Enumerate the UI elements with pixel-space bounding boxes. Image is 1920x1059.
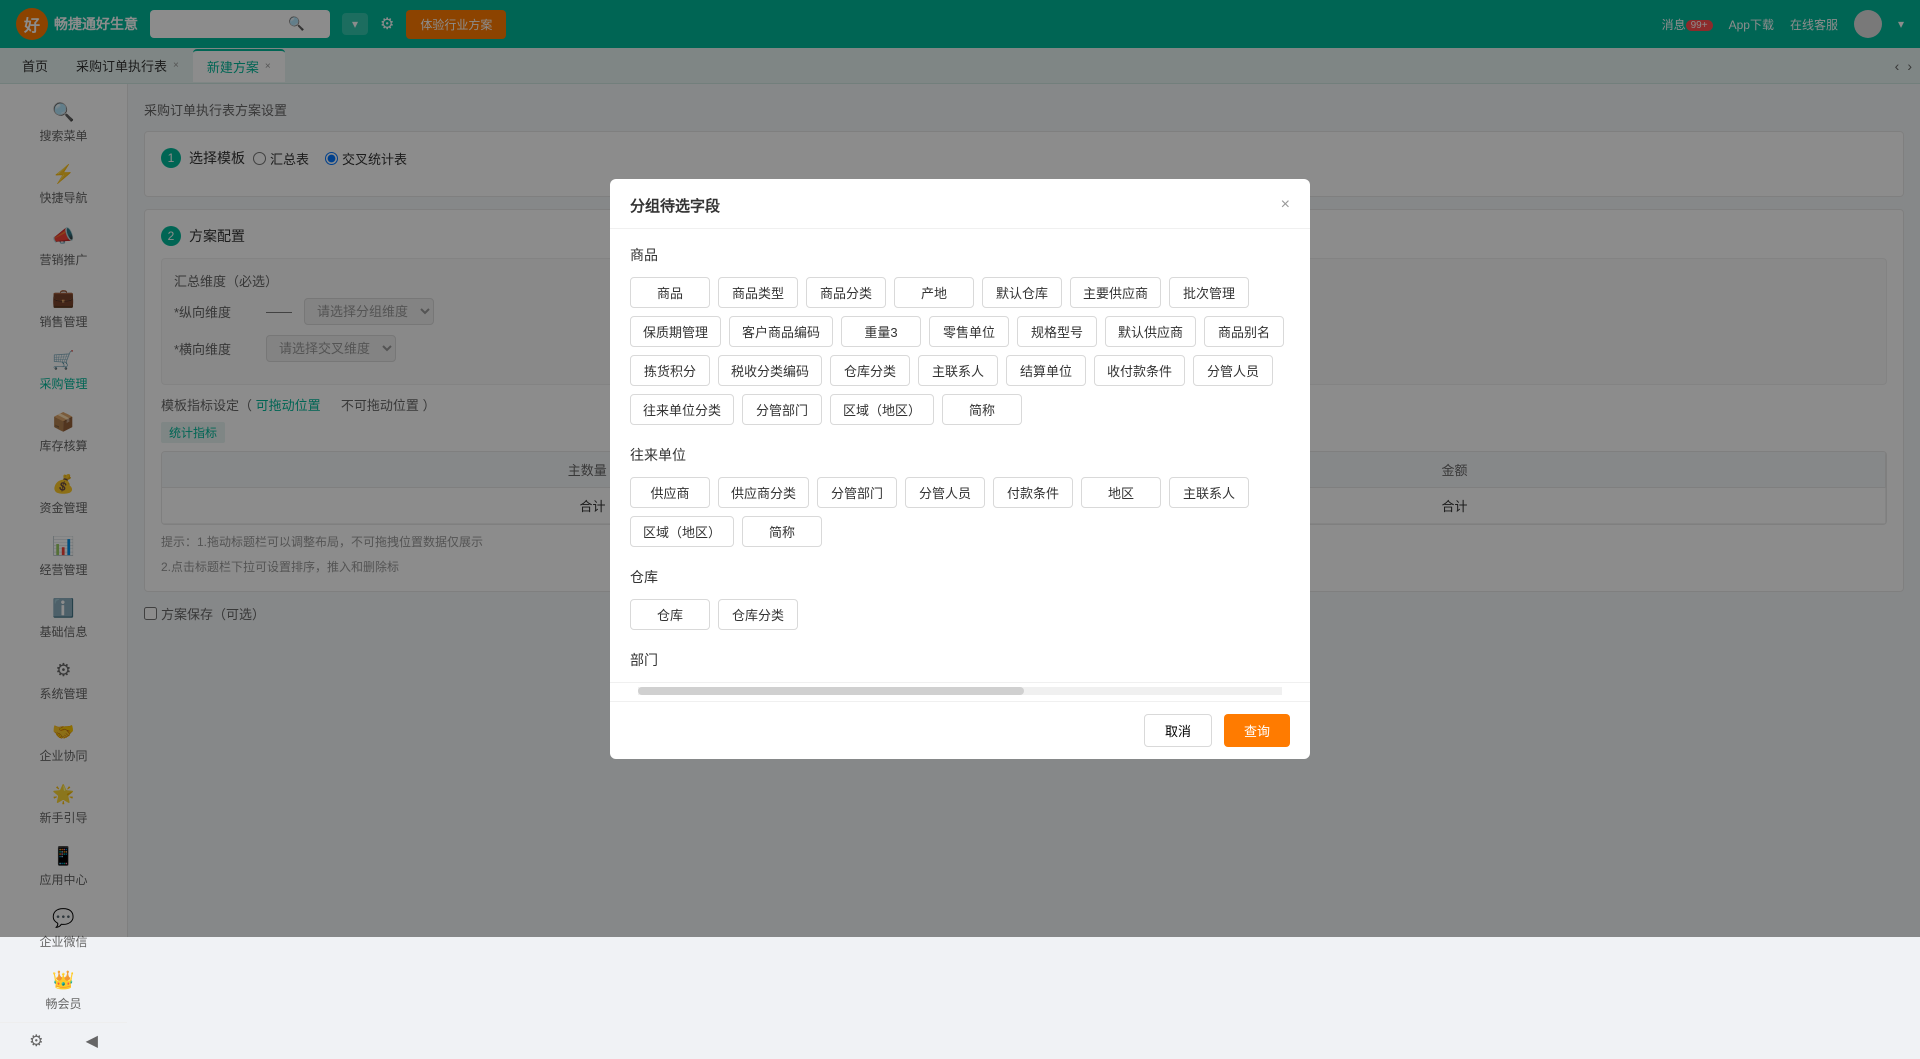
tag-tax-code[interactable]: 税收分类编码 [718, 355, 822, 386]
sidebar-item-member[interactable]: 👑 畅会员 [0, 960, 127, 1022]
modal-title: 分组待选字段 [630, 195, 720, 216]
modal-overlay: 分组待选字段 × 商品 商品 商品类型 商品分类 产地 默认仓库 主要供应商 批… [0, 0, 1920, 937]
modal-footer: 取消 查询 [610, 701, 1310, 759]
modal-hscrollbar-thumb [638, 687, 1024, 695]
modal-close-button[interactable]: × [1281, 196, 1290, 214]
tag-payment-cond[interactable]: 付款条件 [993, 477, 1073, 508]
partner-tags: 供应商 供应商分类 分管部门 分管人员 付款条件 地区 主联系人 区域（地区） … [630, 477, 1290, 547]
category-partner-title: 往来单位 [630, 445, 1290, 465]
tag-default-warehouse[interactable]: 默认仓库 [982, 277, 1062, 308]
tag-spec-model[interactable]: 规格型号 [1017, 316, 1097, 347]
tag-supplier-cat[interactable]: 供应商分类 [718, 477, 809, 508]
tag-warehouse-cat[interactable]: 仓库分类 [830, 355, 910, 386]
tag-manager[interactable]: 分管人员 [1193, 355, 1273, 386]
sidebar-bottom: ⚙ ◀ [0, 1022, 127, 1059]
tag-goods-type[interactable]: 商品类型 [718, 277, 798, 308]
tag-origin[interactable]: 产地 [894, 277, 974, 308]
tag-retail-unit[interactable]: 零售单位 [929, 316, 1009, 347]
tag-partner-abbr[interactable]: 简称 [742, 516, 822, 547]
modal-cancel-button[interactable]: 取消 [1144, 714, 1212, 747]
tag-partner-dept[interactable]: 分管部门 [817, 477, 897, 508]
category-partner: 往来单位 供应商 供应商分类 分管部门 分管人员 付款条件 地区 主联系人 区域… [630, 445, 1290, 547]
sidebar-collapse-btn[interactable]: ◀ [86, 1031, 98, 1051]
tag-warehouse[interactable]: 仓库 [630, 599, 710, 630]
sidebar-settings-btn[interactable]: ⚙ [29, 1031, 43, 1051]
goods-tags: 商品 商品类型 商品分类 产地 默认仓库 主要供应商 批次管理 保质期管理 客户… [630, 277, 1290, 425]
tag-pick-points[interactable]: 拣货积分 [630, 355, 710, 386]
tag-partner-region[interactable]: 区域（地区） [630, 516, 734, 547]
modal-dialog: 分组待选字段 × 商品 商品 商品类型 商品分类 产地 默认仓库 主要供应商 批… [610, 179, 1310, 759]
modal-hscrollbar[interactable] [638, 687, 1282, 695]
tag-customer-code[interactable]: 客户商品编码 [729, 316, 833, 347]
tag-partner-contact[interactable]: 主联系人 [1169, 477, 1249, 508]
category-dept-title: 部门 [630, 650, 1290, 670]
tag-goods[interactable]: 商品 [630, 277, 710, 308]
tag-goods-alias[interactable]: 商品别名 [1204, 316, 1284, 347]
tag-main-supplier[interactable]: 主要供应商 [1070, 277, 1161, 308]
category-goods-title: 商品 [630, 245, 1290, 265]
tag-area[interactable]: 地区 [1081, 477, 1161, 508]
tag-batch-mgmt[interactable]: 批次管理 [1169, 277, 1249, 308]
tag-weight3[interactable]: 重量3 [841, 316, 921, 347]
tag-main-contact[interactable]: 主联系人 [918, 355, 998, 386]
tag-goods-category[interactable]: 商品分类 [806, 277, 886, 308]
tag-dept[interactable]: 分管部门 [742, 394, 822, 425]
modal-header: 分组待选字段 × [610, 179, 1310, 229]
tag-abbr[interactable]: 简称 [942, 394, 1022, 425]
tag-partner-cat[interactable]: 往来单位分类 [630, 394, 734, 425]
tag-default-supplier[interactable]: 默认供应商 [1105, 316, 1196, 347]
modal-confirm-button[interactable]: 查询 [1224, 714, 1290, 747]
category-warehouse: 仓库 仓库 仓库分类 [630, 567, 1290, 630]
tag-region[interactable]: 区域（地区） [830, 394, 934, 425]
modal-body: 商品 商品 商品类型 商品分类 产地 默认仓库 主要供应商 批次管理 保质期管理… [610, 229, 1310, 682]
category-goods: 商品 商品 商品类型 商品分类 产地 默认仓库 主要供应商 批次管理 保质期管理… [630, 245, 1290, 425]
modal-hscroll-area [610, 682, 1310, 701]
category-warehouse-title: 仓库 [630, 567, 1290, 587]
tag-shelf-life[interactable]: 保质期管理 [630, 316, 721, 347]
tag-partner-manager[interactable]: 分管人员 [905, 477, 985, 508]
tag-payment-terms[interactable]: 收付款条件 [1094, 355, 1185, 386]
warehouse-tags: 仓库 仓库分类 [630, 599, 1290, 630]
tag-settle-unit[interactable]: 结算单位 [1006, 355, 1086, 386]
category-dept: 部门 部门 [630, 650, 1290, 682]
tag-supplier[interactable]: 供应商 [630, 477, 710, 508]
member-icon: 👑 [52, 970, 74, 991]
sidebar-label-member: 畅会员 [45, 995, 81, 1012]
tag-wh-category[interactable]: 仓库分类 [718, 599, 798, 630]
